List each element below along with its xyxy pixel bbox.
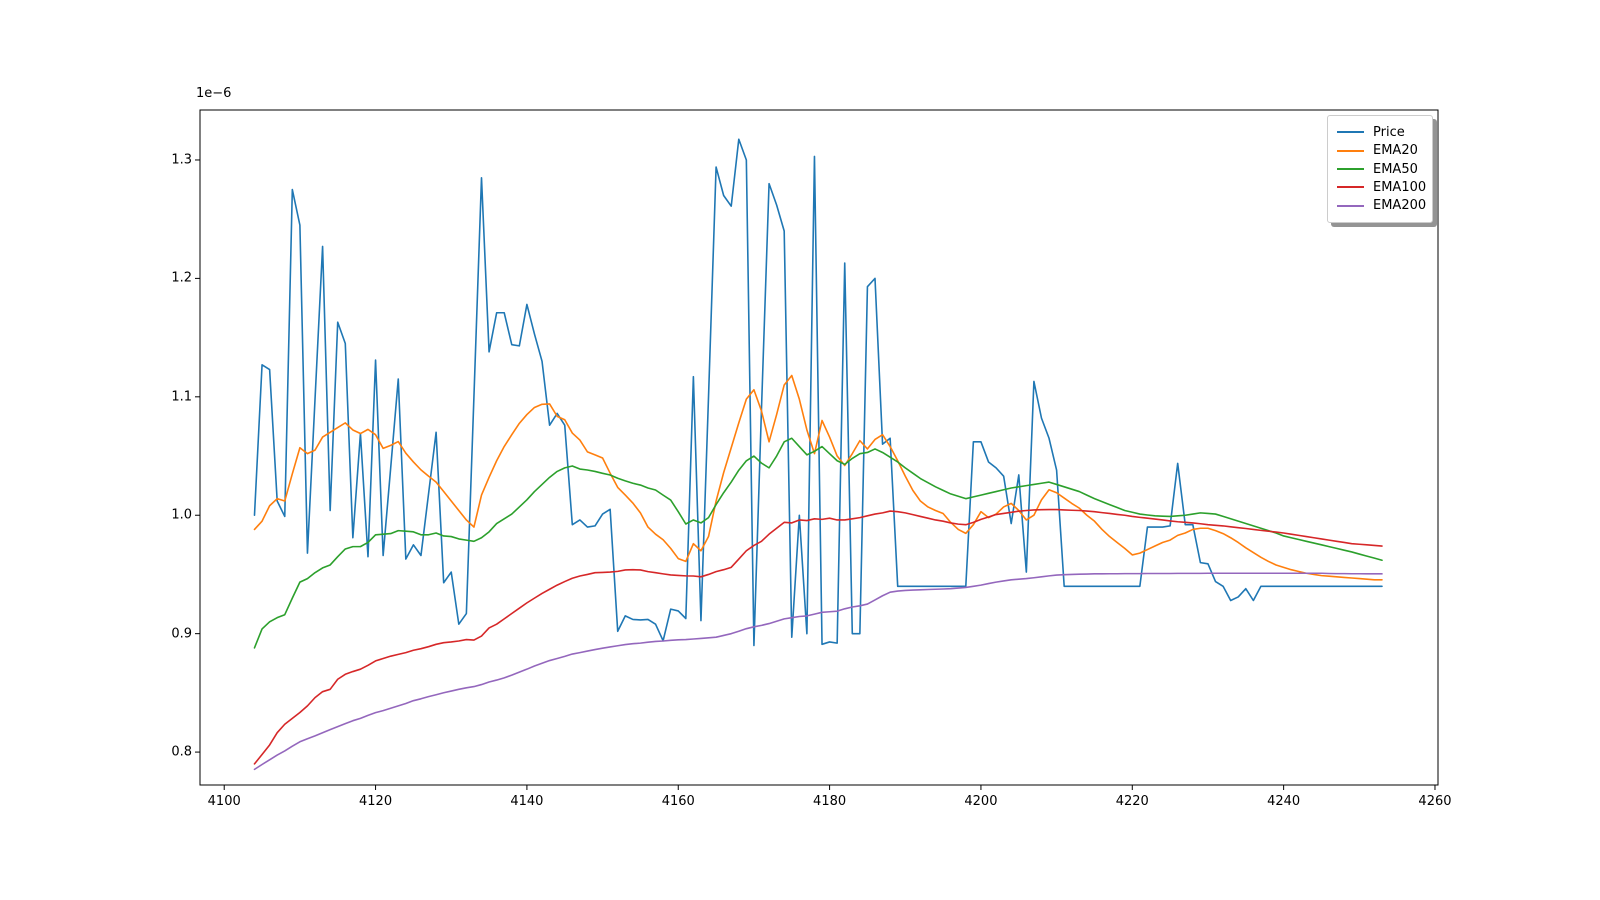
legend-line-icon: [1337, 186, 1364, 189]
y-tick-label: 1.1: [171, 389, 192, 405]
x-tick-label: 4260: [1418, 794, 1452, 809]
x-tick-label: 4140: [510, 794, 544, 809]
legend-line-icon: [1337, 204, 1364, 207]
series-line-ema50: [253, 437, 1383, 649]
series-line-ema100: [253, 508, 1383, 765]
legend-entry-price: Price: [1337, 123, 1422, 141]
legend-label: EMA100: [1373, 179, 1427, 195]
y-axis-offset-label: 1e−6: [196, 86, 232, 101]
legend-entry-ema50: EMA50: [1337, 160, 1422, 178]
legend-label: EMA50: [1373, 161, 1418, 177]
legend-label: Price: [1373, 124, 1405, 140]
y-tick-label: 0.9: [171, 626, 192, 642]
y-tick-label: 1.2: [171, 270, 192, 286]
series-line-price: [253, 138, 1383, 647]
x-tick-label: 4240: [1267, 794, 1301, 809]
legend-entry-ema20: EMA20: [1337, 141, 1422, 159]
series-line-ema200: [253, 572, 1383, 771]
legend-line-icon: [1337, 149, 1364, 152]
x-tick-label: 4160: [661, 794, 695, 809]
x-tick-label: 4180: [813, 794, 847, 809]
y-tick-label: 0.8: [171, 744, 192, 760]
x-tick-label: 4100: [207, 794, 241, 809]
legend-entry-ema200: EMA200: [1337, 197, 1426, 215]
legend-entry-ema100: EMA100: [1337, 178, 1426, 196]
x-tick-label: 4120: [359, 794, 393, 809]
legend-label: EMA200: [1373, 198, 1427, 214]
x-tick-label: 4220: [1115, 794, 1149, 809]
legend: Price EMA20 EMA50 EMA100 EMA200: [1327, 115, 1433, 223]
figure-canvas: 1e−6 Price EMA20 EMA50 EMA100 EMA200 4100 412…: [0, 0, 1600, 900]
legend-line-icon: [1337, 168, 1364, 171]
y-tick-label: 1.0: [171, 507, 192, 523]
y-tick-label: 1.3: [171, 152, 192, 168]
legend-line-icon: [1337, 131, 1364, 134]
x-tick-label: 4200: [964, 794, 998, 809]
legend-label: EMA20: [1373, 143, 1418, 159]
